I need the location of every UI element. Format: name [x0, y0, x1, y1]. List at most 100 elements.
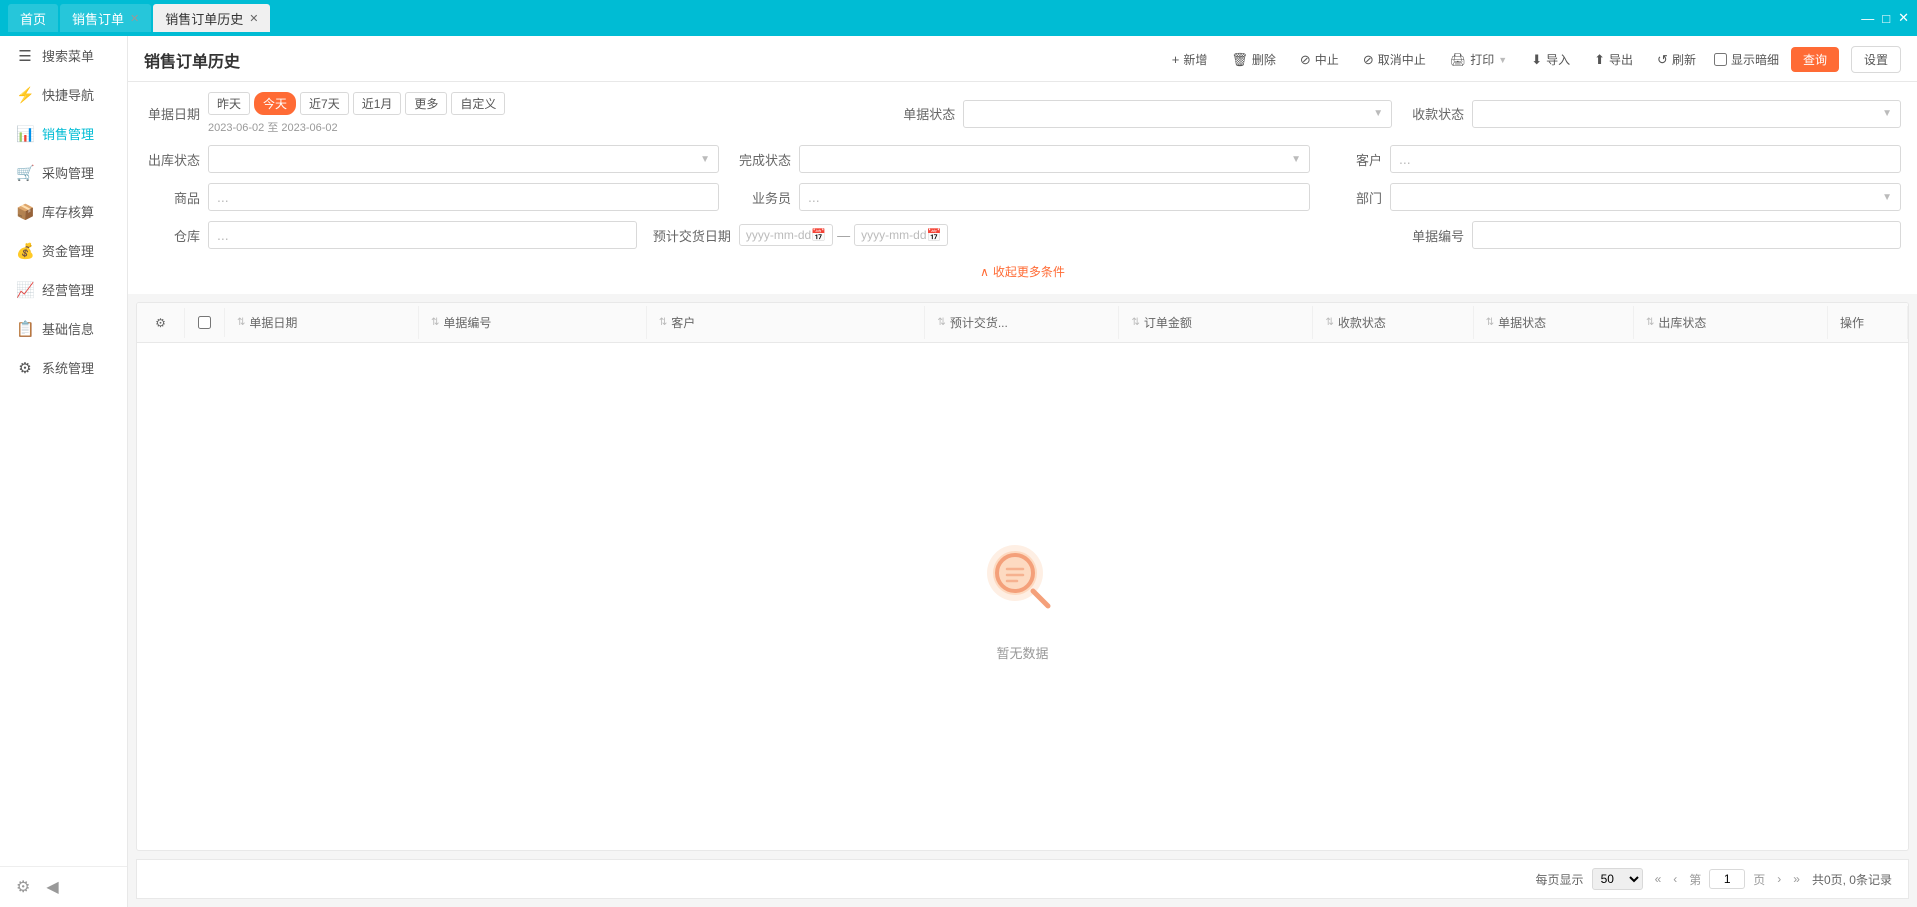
delivery-to-placeholder: yyyy-mm-dd: [861, 228, 926, 242]
settings-label: 设置: [1864, 51, 1888, 68]
date-btn-yesterday[interactable]: 昨天: [208, 92, 250, 115]
th-settings[interactable]: ⚙: [137, 308, 185, 338]
filter-order-no: 单据编号: [1408, 221, 1901, 249]
tab-home[interactable]: 首页: [8, 4, 58, 32]
empty-icon: [973, 531, 1073, 631]
new-label: 新增: [1183, 51, 1207, 68]
date-btn-more[interactable]: 更多: [405, 92, 447, 115]
maximize-icon[interactable]: □: [1882, 11, 1890, 26]
th-no: ⇅ 单据编号: [419, 306, 647, 339]
next-page-icon[interactable]: ›: [1773, 870, 1785, 888]
sidebar-item-system-label: 系统管理: [42, 358, 94, 377]
sidebar-item-search-menu[interactable]: ☰ 搜索菜单: [0, 36, 127, 75]
empty-text: 暂无数据: [996, 643, 1048, 662]
sidebar-item-purchase[interactable]: 🛒 采购管理: [0, 153, 127, 192]
sort-customer-icon[interactable]: ⇅: [659, 317, 667, 328]
payment-status-select[interactable]: ▼: [1472, 100, 1901, 128]
filter-goods: 商品 ...: [144, 183, 719, 211]
settings-button[interactable]: 设置: [1851, 46, 1901, 73]
th-delivery: ⇅ 预计交货...: [925, 306, 1119, 339]
customer-input[interactable]: ...: [1390, 145, 1901, 173]
page-jump-label: 第: [1685, 869, 1705, 890]
th-order-status: ⇅ 单据状态: [1474, 306, 1634, 339]
collapse-button[interactable]: ∧ 收起更多条件: [144, 259, 1901, 284]
tab-sales-order-close[interactable]: ✕: [130, 12, 139, 25]
order-status-select[interactable]: ▼: [963, 100, 1392, 128]
minimize-icon[interactable]: —: [1861, 11, 1874, 26]
sort-order-status-icon[interactable]: ⇅: [1486, 317, 1494, 328]
sort-warehouse-icon[interactable]: ⇅: [1646, 317, 1654, 328]
page-input[interactable]: [1709, 869, 1745, 889]
new-button[interactable]: + 新增: [1166, 47, 1214, 72]
import-button[interactable]: ⬇ 导入: [1525, 47, 1576, 72]
first-page-icon[interactable]: «: [1651, 870, 1666, 888]
filter-date: 单据日期 昨天 今天 近7天 近1月 更多 自定义 2023-06-02 至 2…: [144, 92, 883, 135]
last-page-icon[interactable]: »: [1789, 870, 1804, 888]
sort-date-icon[interactable]: ⇅: [237, 317, 245, 328]
sort-no-icon[interactable]: ⇅: [431, 317, 439, 328]
filter-department: 部门 ▼: [1326, 183, 1901, 211]
sidebar-item-quick-nav[interactable]: ⚡ 快捷导航: [0, 75, 127, 114]
page-size-select[interactable]: 50 10 20 100: [1592, 868, 1643, 890]
complete-status-select[interactable]: ▼: [799, 145, 1310, 173]
display-checkbox[interactable]: [1714, 53, 1727, 66]
date-range-separator: —: [837, 228, 850, 243]
base-icon: 📋: [16, 320, 34, 338]
date-btn-1month[interactable]: 近1月: [353, 92, 402, 115]
sidebar-item-sales[interactable]: 📊 销售管理: [0, 114, 127, 153]
stop-icon: ⊘: [1300, 52, 1311, 68]
delivery-date-to[interactable]: yyyy-mm-dd 📅: [854, 224, 948, 246]
salesperson-input[interactable]: ...: [799, 183, 1310, 211]
close-window-icon[interactable]: ✕: [1898, 10, 1909, 26]
date-btn-7days[interactable]: 近7天: [300, 92, 349, 115]
date-btn-today[interactable]: 今天: [254, 92, 296, 115]
print-button[interactable]: 🖨 打印 ▼: [1444, 47, 1513, 72]
th-checkbox[interactable]: [185, 308, 225, 337]
collapse-label: 收起更多条件: [993, 263, 1065, 280]
sidebar-collapse-icon[interactable]: ◀: [46, 877, 58, 897]
tab-sales-history-close[interactable]: ✕: [249, 12, 258, 25]
sort-payment-icon[interactable]: ⇅: [1325, 317, 1333, 328]
calendar-from-icon: 📅: [811, 228, 826, 242]
filter-warehouse: 仓库 ...: [144, 221, 637, 249]
warehouse-status-select[interactable]: ▼: [208, 145, 719, 173]
display-toggle[interactable]: 显示暗细: [1714, 51, 1779, 68]
delivery-date-from[interactable]: yyyy-mm-dd 📅: [739, 224, 833, 246]
order-status-label: 单据状态: [899, 104, 955, 123]
sort-amount-icon[interactable]: ⇅: [1131, 317, 1139, 328]
order-no-label: 单据编号: [1408, 226, 1464, 245]
cancel-stop-button[interactable]: ⊘ 取消中止: [1357, 47, 1432, 72]
refresh-button[interactable]: ↺ 刷新: [1651, 47, 1702, 72]
finance-icon: 💰: [16, 242, 34, 260]
sidebar-item-operations[interactable]: 📈 经营管理: [0, 270, 127, 309]
sidebar-item-purchase-label: 采购管理: [42, 163, 94, 182]
warehouse-input[interactable]: ...: [208, 221, 637, 249]
operations-icon: 📈: [16, 281, 34, 299]
sidebar-item-system[interactable]: ⚙ 系统管理: [0, 348, 127, 387]
sidebar-settings-icon[interactable]: ⚙: [16, 877, 30, 897]
th-action-label: 操作: [1840, 314, 1864, 331]
sidebar-item-inventory[interactable]: 📦 库存核算: [0, 192, 127, 231]
sidebar-item-inventory-label: 库存核算: [42, 202, 94, 221]
content-area: 销售订单历史 + 新增 🗑 删除 ⊘ 中止 ⊘: [128, 36, 1917, 907]
tab-sales-history[interactable]: 销售订单历史 ✕: [153, 4, 270, 32]
sidebar-item-quick-nav-label: 快捷导航: [42, 85, 94, 104]
goods-input[interactable]: ...: [208, 183, 719, 211]
th-customer: ⇅ 客户: [647, 306, 926, 339]
sidebar-item-finance[interactable]: 💰 资金管理: [0, 231, 127, 270]
prev-page-icon[interactable]: ‹: [1669, 870, 1681, 888]
payment-status-label: 收款状态: [1408, 104, 1464, 123]
tab-sales-order[interactable]: 销售订单 ✕: [60, 4, 151, 32]
export-button[interactable]: ⬆ 导出: [1588, 47, 1639, 72]
delete-button[interactable]: 🗑 删除: [1225, 47, 1282, 72]
stop-button[interactable]: ⊘ 中止: [1294, 47, 1345, 72]
complete-status-arrow-icon: ▼: [1291, 154, 1301, 165]
order-no-input[interactable]: [1472, 221, 1901, 249]
date-btn-custom[interactable]: 自定义: [451, 92, 505, 115]
select-all-checkbox[interactable]: [198, 316, 211, 329]
department-select[interactable]: ▼: [1390, 183, 1901, 211]
delete-label: 删除: [1252, 51, 1276, 68]
sidebar-item-base[interactable]: 📋 基础信息: [0, 309, 127, 348]
sort-delivery-icon[interactable]: ⇅: [937, 317, 945, 328]
query-button[interactable]: 查询: [1791, 47, 1839, 72]
